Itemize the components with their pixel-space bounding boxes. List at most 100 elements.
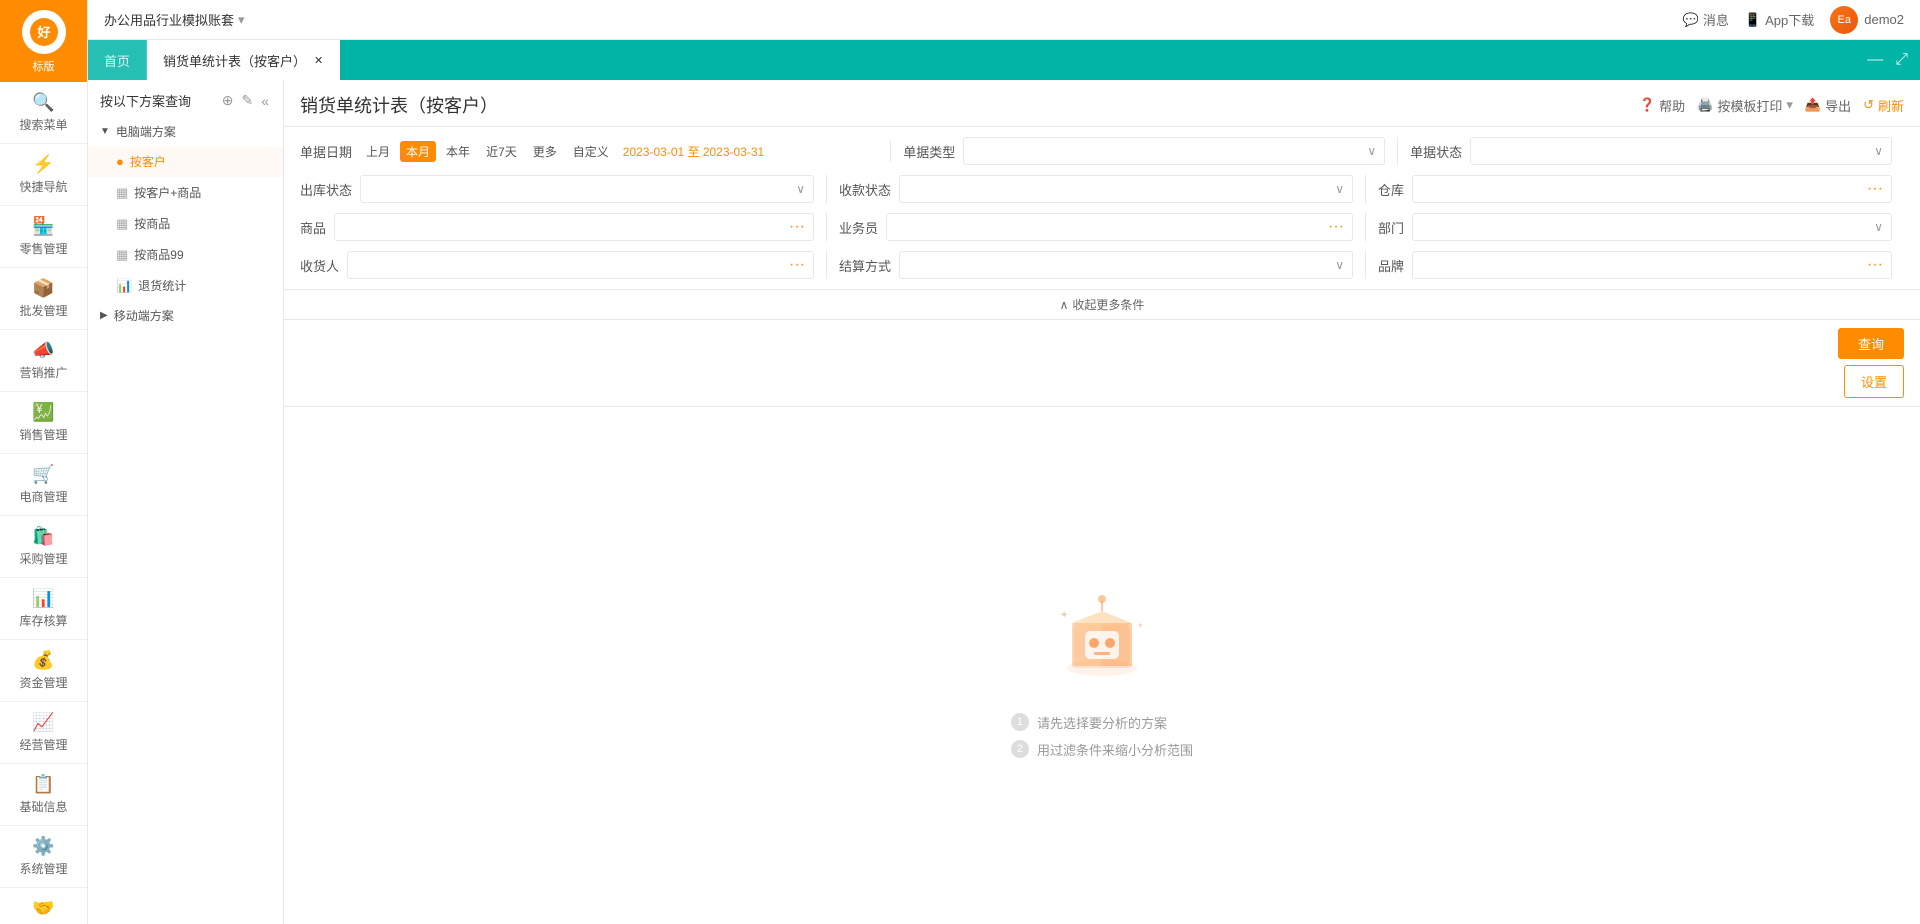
scheme-item-return-stats[interactable]: 📊 退货统计 xyxy=(88,270,283,301)
enterprise-icon: 🤝 xyxy=(32,898,54,919)
recipient-input[interactable]: ··· xyxy=(347,251,814,279)
doc-type-label: 单据类型 xyxy=(903,142,955,161)
scheme-group-pc-header[interactable]: ▼ 电脑端方案 xyxy=(88,117,283,146)
sidebar-item-system[interactable]: ⚙️ 系统管理 xyxy=(0,826,87,888)
scheme-item-by-product[interactable]: ▦ 按商品 xyxy=(88,208,283,239)
recipient-label: 收货人 xyxy=(300,256,339,275)
date-btn-7days[interactable]: 近7天 xyxy=(480,141,523,162)
collapse-label: 收起更多条件 xyxy=(1072,296,1144,313)
doc-type-input[interactable]: ∨ xyxy=(963,137,1385,165)
collapse-icon: « xyxy=(261,93,269,109)
sidebar-item-sales[interactable]: 💹 销售管理 xyxy=(0,392,87,454)
basic-icon: 📋 xyxy=(32,774,54,795)
sidebar-item-ecommerce[interactable]: 🛒 电商管理 xyxy=(0,454,87,516)
close-tab-icon[interactable]: ✕ xyxy=(314,54,323,67)
page-title: 销货单统计表（按客户） xyxy=(300,92,498,118)
settlement-label: 结算方式 xyxy=(839,256,891,275)
sidebar-item-label: 快捷导航 xyxy=(19,178,67,195)
sidebar-item-marketing[interactable]: 📣 营销推广 xyxy=(0,330,87,392)
sidebar-item-operation[interactable]: 📈 经营管理 xyxy=(0,702,87,764)
export-button[interactable]: 📤 导出 xyxy=(1805,96,1851,115)
doc-status-label: 单据状态 xyxy=(1410,142,1462,161)
sidebar-item-wholesale[interactable]: 📦 批发管理 xyxy=(0,268,87,330)
collapse-bar[interactable]: ∧ 收起更多条件 xyxy=(284,290,1920,320)
filter-salesperson: 业务员 ··· xyxy=(827,213,1366,241)
date-btn-custom[interactable]: 自定义 xyxy=(567,141,615,162)
message-button[interactable]: 💬 消息 xyxy=(1683,10,1729,29)
warehouse-dots[interactable]: ··· xyxy=(1867,180,1883,198)
settlement-input[interactable]: ∨ xyxy=(899,251,1353,279)
filter-row-2: 出库状态 ∨ 收款状态 ∨ 仓库 xyxy=(300,175,1904,203)
collapse-scheme-button[interactable]: « xyxy=(259,90,271,111)
sidebar-item-enterprise[interactable]: 🤝 企业协同 xyxy=(0,888,87,924)
scheme-item-by-product-99[interactable]: ▦ 按商品99 xyxy=(88,239,283,270)
maximize-tab-button[interactable]: ⤢ xyxy=(1891,47,1912,73)
tab-home[interactable]: 首页 xyxy=(88,40,147,80)
tab-actions: — ⤢ xyxy=(1863,47,1920,73)
refresh-button[interactable]: ↺ 刷新 xyxy=(1863,96,1904,115)
scheme-item-label: 按客户 xyxy=(130,153,166,170)
account-selector[interactable]: 办公用品行业模拟账套 ▾ xyxy=(104,10,245,29)
brand-dots[interactable]: ··· xyxy=(1867,256,1883,274)
scheme-item-by-customer-product[interactable]: ▦ 按客户+商品 xyxy=(88,177,283,208)
app-download-button[interactable]: 📱 App下载 xyxy=(1745,10,1814,29)
department-input[interactable]: ∨ xyxy=(1412,213,1892,241)
date-btn-last-month[interactable]: 上月 xyxy=(360,141,396,162)
sidebar-item-shortcut[interactable]: ⚡ 快捷导航 xyxy=(0,144,87,206)
add-icon: ⊕ xyxy=(222,92,234,108)
out-status-input[interactable]: ∨ xyxy=(360,175,814,203)
filter-out-status: 出库状态 ∨ xyxy=(300,175,827,203)
doc-status-chevron: ∨ xyxy=(1874,144,1883,158)
user-initials: Ea xyxy=(1838,14,1851,26)
arrow-down-icon: ▼ xyxy=(100,126,110,137)
date-options: 上月 本月 本年 近7天 更多 自定义 xyxy=(360,141,615,162)
add-scheme-button[interactable]: ⊕ xyxy=(220,90,236,111)
date-btn-more[interactable]: 更多 xyxy=(527,141,563,162)
print-button[interactable]: 🖨️ 按模板打印 ▾ xyxy=(1697,96,1793,115)
system-icon: ⚙️ xyxy=(32,836,54,857)
logo-text: 标版 xyxy=(33,58,55,74)
home-tab-label: 首页 xyxy=(104,51,130,70)
sidebar-item-basic[interactable]: 📋 基础信息 xyxy=(0,764,87,826)
edit-scheme-button[interactable]: ✎ xyxy=(239,90,255,111)
user-profile-button[interactable]: Ea demo2 xyxy=(1830,6,1904,34)
date-btn-current-month[interactable]: 本月 xyxy=(400,141,436,162)
sidebar-item-label: 系统管理 xyxy=(19,860,67,877)
topbar-left: 办公用品行业模拟账套 ▾ xyxy=(104,10,245,29)
product-dots[interactable]: ··· xyxy=(789,218,805,236)
brand-input[interactable]: ··· xyxy=(1412,251,1892,279)
arrow-right-icon: ▶ xyxy=(100,310,108,321)
filter-settlement: 结算方式 ∨ xyxy=(827,251,1366,279)
return-icon: 📊 xyxy=(116,278,132,294)
sidebar-item-label: 经营管理 xyxy=(19,736,67,753)
warehouse-input[interactable]: ··· xyxy=(1412,175,1892,203)
sidebar-item-inventory[interactable]: 📊 库存核算 xyxy=(0,578,87,640)
tip-1-label: 请先选择要分析的方案 xyxy=(1037,713,1167,732)
date-btn-current-year[interactable]: 本年 xyxy=(440,141,476,162)
recipient-dots[interactable]: ··· xyxy=(789,256,805,274)
help-button[interactable]: ❓ 帮助 xyxy=(1639,96,1685,115)
sidebar-item-label: 搜索菜单 xyxy=(19,116,67,133)
operation-icon: 📈 xyxy=(32,712,54,733)
scheme-group-mobile-header[interactable]: ▶ 移动端方案 xyxy=(88,301,283,330)
sidebar: 好 标版 🔍 搜索菜单 ⚡ 快捷导航 🏪 零售管理 📦 批发管理 📣 营销推广 … xyxy=(0,0,88,924)
scheme-item-by-customer[interactable]: ● 按客户 xyxy=(88,146,283,177)
doc-status-input[interactable]: ∨ xyxy=(1470,137,1892,165)
salesperson-dots[interactable]: ··· xyxy=(1328,218,1344,236)
sidebar-item-retail[interactable]: 🏪 零售管理 xyxy=(0,206,87,268)
edit-icon: ✎ xyxy=(241,92,253,108)
sidebar-item-purchase[interactable]: 🛍️ 采购管理 xyxy=(0,516,87,578)
scheme-item-label: 按商品99 xyxy=(134,246,183,263)
salesperson-input[interactable]: ··· xyxy=(886,213,1353,241)
product-input[interactable]: ··· xyxy=(334,213,814,241)
query-button[interactable]: 查询 xyxy=(1838,328,1904,359)
minimize-tab-button[interactable]: — xyxy=(1863,47,1887,73)
recv-status-input[interactable]: ∨ xyxy=(899,175,1353,203)
print-icon: 🖨️ xyxy=(1697,97,1713,113)
scheme-group-pc: ▼ 电脑端方案 ● 按客户 ▦ 按客户+商品 ▦ 按商品 ▦ 按商品99 xyxy=(88,117,283,301)
sidebar-item-search[interactable]: 🔍 搜索菜单 xyxy=(0,82,87,144)
tab-report[interactable]: 销货单统计表（按客户） ✕ xyxy=(147,40,340,80)
settings-button[interactable]: 设置 xyxy=(1844,365,1904,398)
sidebar-item-finance[interactable]: 💰 资金管理 xyxy=(0,640,87,702)
user-name: demo2 xyxy=(1864,12,1904,27)
